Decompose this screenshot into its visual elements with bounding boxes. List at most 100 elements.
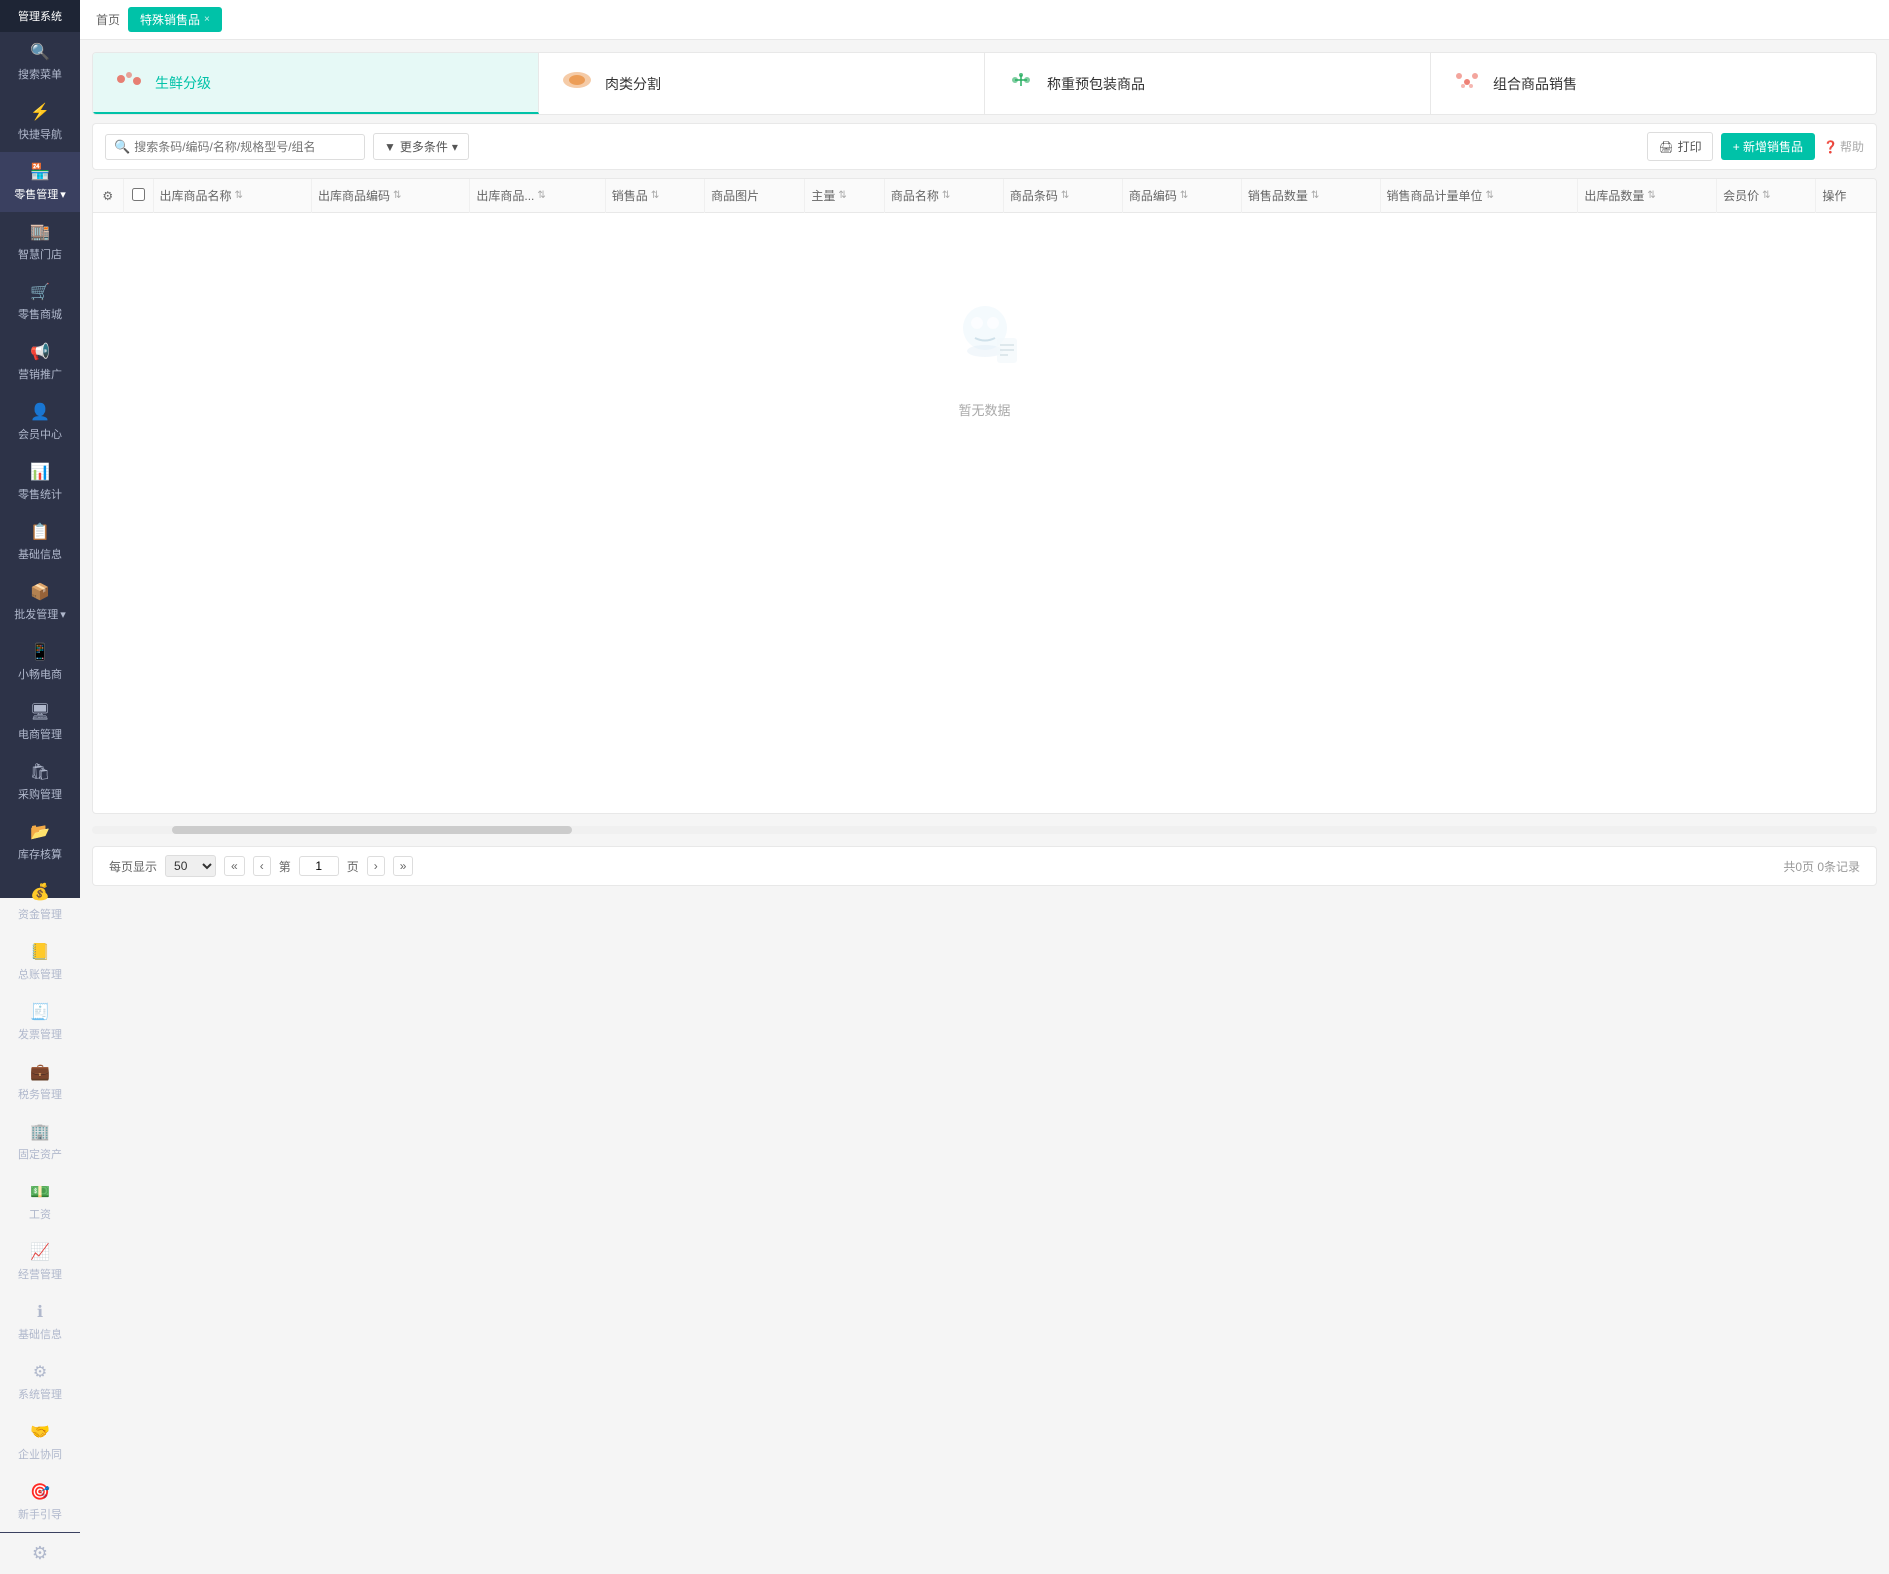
sidebar-bottom: ⚙ <box>0 1532 80 1574</box>
mobile-icon: 📱 <box>30 642 50 662</box>
search-icon: 🔍 <box>30 42 50 62</box>
lightning-icon: ⚡ <box>30 102 50 122</box>
help-button[interactable]: ❓ 帮助 <box>1823 138 1864 155</box>
sidebar-item-retail[interactable]: 🏪 零售管理▾ <box>0 152 80 212</box>
tax-icon: 💼 <box>30 1062 50 1082</box>
sidebar-item-fixedasset[interactable]: 🏢 固定资产 <box>0 1112 80 1172</box>
last-page-button[interactable]: » <box>393 856 414 876</box>
sidebar: 管理系统 🔍 搜索菜单 ⚡ 快捷导航 🏪 零售管理▾ 🏬 智慧门店 🛒 零售商城… <box>0 0 80 898</box>
sidebar-item-enterprise[interactable]: 🤝 企业协同 <box>0 1412 80 1472</box>
sales-quantity-header[interactable]: 销售品数量 ⇅ <box>1241 179 1380 213</box>
sidebar-item-ops[interactable]: 📈 经营管理 <box>0 1232 80 1292</box>
main-content: 首页 特殊销售品 × 生鲜分级 <box>80 0 1889 898</box>
sidebar-item-salary[interactable]: 💵 工资 <box>0 1172 80 1232</box>
scroll-thumb[interactable] <box>172 826 572 834</box>
box-icon: 📦 <box>30 582 50 602</box>
search-icon: 🔍 <box>114 139 130 155</box>
guide-icon: 🎯 <box>30 1482 50 1502</box>
prev-page-button[interactable]: ‹ <box>253 856 271 876</box>
sidebar-item-retailstats[interactable]: 📊 零售统计 <box>0 452 80 512</box>
sidebar-item-label: 搜索菜单 <box>18 66 62 82</box>
empty-icon <box>945 293 1025 388</box>
sidebar-item-label: 基础信息 <box>18 546 62 562</box>
sidebar-item-search[interactable]: 🔍 搜索菜单 <box>0 32 80 92</box>
sidebar-item-ecommerce[interactable]: 🖥 电商管理 <box>0 692 80 752</box>
horizontal-scrollbar[interactable] <box>92 826 1877 834</box>
out-product-short-header[interactable]: 出库商品... ⇅ <box>470 179 605 213</box>
sidebar-item-wholesale[interactable]: 📦 批发管理▾ <box>0 572 80 632</box>
sidebar-item-finance[interactable]: 💰 资金管理 <box>0 872 80 932</box>
add-product-button[interactable]: + 新增销售品 <box>1721 133 1815 160</box>
gear-button[interactable]: ⚙ <box>0 1533 80 1574</box>
info2-icon: ℹ <box>37 1302 43 1322</box>
pagination-total: 共0页 0条记录 <box>1783 858 1860 875</box>
sales-unit-header[interactable]: 销售商品计量单位 ⇅ <box>1380 179 1578 213</box>
sidebar-item-label: 系统管理 <box>18 1386 62 1402</box>
filter-arrow: ▾ <box>452 140 458 154</box>
select-all-checkbox[interactable] <box>132 188 145 201</box>
settings-column-header[interactable]: ⚙ <box>93 179 123 213</box>
cart-icon: 🛒 <box>30 282 50 302</box>
first-page-button[interactable]: « <box>224 856 245 876</box>
sidebar-item-system[interactable]: ⚙ 系统管理 <box>0 1352 80 1412</box>
next-page-button[interactable]: › <box>367 856 385 876</box>
filter-icon: ▼ <box>384 140 396 154</box>
sidebar-item-invoice[interactable]: 🧾 发票管理 <box>0 992 80 1052</box>
folder-icon: 📂 <box>30 822 50 842</box>
tab-scale-prepack[interactable]: 称重预包装商品 <box>985 53 1431 114</box>
sidebar-item-label: 工资 <box>29 1206 51 1222</box>
sidebar-item-tax[interactable]: 💼 税务管理 <box>0 1052 80 1112</box>
scale-prepack-label: 称重预包装商品 <box>1047 74 1145 94</box>
smartstore-icon: 🏬 <box>30 222 50 242</box>
scale-icon <box>1005 68 1037 99</box>
page-number-input[interactable] <box>299 856 339 876</box>
sidebar-item-label: 小畅电商 <box>18 666 62 682</box>
sidebar-item-member[interactable]: 👤 会员中心 <box>0 392 80 452</box>
meat-split-label: 肉类分割 <box>605 74 661 94</box>
sidebar-item-miniapp[interactable]: 📱 小畅电商 <box>0 632 80 692</box>
sidebar-item-newguide[interactable]: 🎯 新手引导 <box>0 1472 80 1532</box>
stats-icon: 📊 <box>30 462 50 482</box>
active-tab-label: 特殊销售品 <box>140 11 200 28</box>
sidebar-item-label: 零售管理▾ <box>14 186 66 202</box>
tab-close-icon[interactable]: × <box>204 14 210 25</box>
sidebar-item-marketing[interactable]: 📢 营销推广 <box>0 332 80 392</box>
sidebar-item-label: 固定资产 <box>18 1146 62 1162</box>
building-icon: 🏢 <box>30 1122 50 1142</box>
home-breadcrumb[interactable]: 首页 <box>96 11 120 28</box>
weight-header[interactable]: 主量 ⇅ <box>805 179 885 213</box>
sidebar-item-inventory[interactable]: 📂 库存核算 <box>0 812 80 872</box>
barcode-header[interactable]: 商品条码 ⇅ <box>1003 179 1122 213</box>
out-product-name-header[interactable]: 出库商品名称 ⇅ <box>153 179 311 213</box>
sidebar-item-smartstore[interactable]: 🏬 智慧门店 <box>0 212 80 272</box>
sales-product-header[interactable]: 销售品 ⇅ <box>605 179 704 213</box>
sidebar-item-ledger[interactable]: 📒 总账管理 <box>0 932 80 992</box>
sidebar-item-label: 智慧门店 <box>18 246 62 262</box>
member-price-header[interactable]: 会员价 ⇅ <box>1717 179 1816 213</box>
system-icon: ⚙ <box>33 1362 47 1382</box>
page-size-select[interactable]: 50 10 20 100 <box>165 855 216 877</box>
print-button[interactable]: 🖨 打印 <box>1647 132 1712 161</box>
tab-fresh-grade[interactable]: 生鲜分级 <box>93 53 539 114</box>
sidebar-item-quicknav[interactable]: ⚡ 快捷导航 <box>0 92 80 152</box>
user-icon: 👤 <box>30 402 50 422</box>
out-product-code-header[interactable]: 出库商品编码 ⇅ <box>311 179 469 213</box>
tab-combo[interactable]: 组合商品销售 <box>1431 53 1876 114</box>
active-tab-tag[interactable]: 特殊销售品 × <box>128 7 222 32</box>
product-name-header[interactable]: 商品名称 ⇅ <box>884 179 1003 213</box>
filter-button[interactable]: ▼ 更多条件 ▾ <box>373 133 469 160</box>
sidebar-item-retailmall[interactable]: 🛒 零售商城 <box>0 272 80 332</box>
sidebar-item-basicinfo2[interactable]: ℹ 基础信息 <box>0 1292 80 1352</box>
sidebar-item-label: 会员中心 <box>18 426 62 442</box>
product-code-header[interactable]: 商品编码 ⇅ <box>1122 179 1241 213</box>
shopping-icon: 🛍 <box>30 762 50 782</box>
search-wrap[interactable]: 🔍 <box>105 134 365 160</box>
out-quantity-header[interactable]: 出库品数量 ⇅ <box>1578 179 1717 213</box>
sidebar-item-label: 采购管理 <box>18 786 62 802</box>
sidebar-item-purchase[interactable]: 🛍 采购管理 <box>0 752 80 812</box>
pagination-row: 每页显示 50 10 20 100 « ‹ 第 页 › » 共0页 0条记录 <box>92 846 1877 886</box>
sidebar-item-basicinfo[interactable]: 📋 基础信息 <box>0 512 80 572</box>
tab-meat-split[interactable]: 肉类分割 <box>539 53 985 114</box>
sidebar-item-label: 税务管理 <box>18 1086 62 1102</box>
search-input[interactable] <box>134 140 356 154</box>
